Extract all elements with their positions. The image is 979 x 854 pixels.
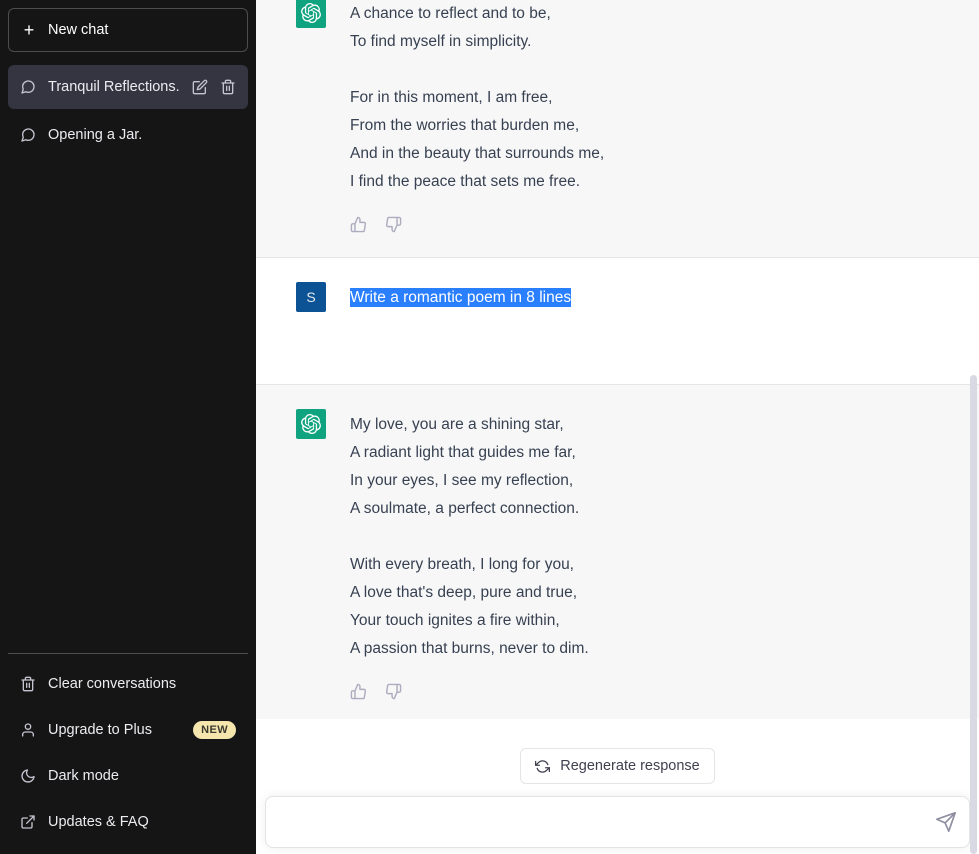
message-assistant-2: My love, you are a shining star, A radia… [256, 385, 979, 719]
openai-logo-icon [301, 3, 321, 23]
poem-line: My love, you are a shining star, [350, 416, 564, 433]
poem-line: A chance to reflect and to be, [350, 5, 551, 22]
prompt-input[interactable] [266, 797, 969, 847]
poem-line: With every breath, I long for you, [350, 556, 574, 573]
stanza-gap [350, 56, 604, 84]
conversation-list: Tranquil Reflections. Opening a Jar. [8, 65, 248, 157]
sidebar-item-tranquil-reflections[interactable]: Tranquil Reflections. [8, 65, 248, 109]
poem-line: And in the beauty that surrounds me, [350, 145, 605, 162]
avatar [296, 0, 326, 28]
message-inner: A chance to reflect and to be, To find m… [256, 0, 979, 233]
poem-line: To find myself in simplicity. [350, 33, 532, 50]
moon-icon [21, 769, 35, 783]
sidebar-item-label: Upgrade to Plus [48, 722, 152, 738]
message-content: My love, you are a shining star, A radia… [350, 409, 589, 700]
prompt-input-wrapper [265, 796, 970, 848]
sidebar-item-dark-mode[interactable]: Dark mode [8, 754, 248, 798]
send-button[interactable] [935, 811, 957, 833]
thumbs-up-icon[interactable] [350, 683, 367, 700]
message-inner: S Write a romantic poem in 8 lines [256, 282, 979, 360]
thumbs-up-icon[interactable] [350, 216, 367, 233]
poem-line: Your touch ignites a fire within, [350, 612, 560, 629]
message-thread: A chance to reflect and to be, To find m… [256, 0, 979, 719]
avatar: S [296, 282, 326, 312]
poem-line: A love that's deep, pure and true, [350, 584, 578, 601]
thumbs-down-icon[interactable] [385, 216, 402, 233]
plus-icon: + [23, 20, 35, 40]
sidebar: + New chat Tranquil Reflections. Opening… [0, 0, 256, 854]
sidebar-item-upgrade-to-plus[interactable]: Upgrade to Plus NEW [8, 708, 248, 752]
poem-line: For in this moment, I am free, [350, 89, 553, 106]
message-content: Write a romantic poem in 8 lines [350, 282, 572, 360]
sidebar-item-label: Updates & FAQ [48, 814, 149, 830]
message-inner: My love, you are a shining star, A radia… [256, 409, 979, 700]
sidebar-item-updates-and-faq[interactable]: Updates & FAQ [8, 800, 248, 844]
poem-line: I find the peace that sets me free. [350, 173, 581, 190]
poem-line: From the worries that burden me, [350, 117, 580, 134]
poem-line: A soulmate, a perfect connection. [350, 500, 580, 517]
refresh-icon [535, 759, 551, 773]
chat-bubble-icon [21, 128, 35, 142]
message-user: S Write a romantic poem in 8 lines [256, 258, 979, 385]
new-chat-button[interactable]: + New chat [8, 8, 248, 52]
conversation-title: Opening a Jar. [48, 127, 143, 143]
user-icon [22, 723, 34, 737]
user-prompt-text: Write a romantic poem in 8 lines [350, 284, 572, 312]
openai-logo-icon [301, 414, 321, 434]
message-content: A chance to reflect and to be, To find m… [350, 0, 604, 233]
avatar-initial: S [306, 289, 316, 305]
chat-bubble-icon [21, 80, 35, 94]
message-assistant-1: A chance to reflect and to be, To find m… [256, 0, 979, 258]
feedback-controls [350, 683, 589, 700]
external-link-icon [21, 815, 35, 829]
regenerate-response-label: Regenerate response [560, 758, 700, 774]
sidebar-item-clear-conversations[interactable]: Clear conversations [8, 662, 248, 706]
main-panel: A chance to reflect and to be, To find m… [256, 0, 979, 854]
poem-line: A passion that burns, never to dim. [350, 640, 589, 657]
new-badge: NEW [193, 721, 236, 739]
sidebar-item-label: Clear conversations [48, 676, 177, 692]
paper-plane-icon [936, 812, 956, 832]
sidebar-item-opening-a-jar[interactable]: Opening a Jar. [8, 113, 248, 157]
avatar [296, 409, 326, 439]
pencil-icon[interactable] [192, 79, 208, 95]
conversation-title: Tranquil Reflections. [48, 79, 180, 95]
chatgpt-app: + New chat Tranquil Reflections. Opening… [0, 0, 979, 854]
new-chat-label: New chat [48, 22, 109, 38]
regenerate-response-button[interactable]: Regenerate response [520, 748, 715, 784]
poem-line: In your eyes, I see my reflection, [350, 472, 574, 489]
sidebar-item-label: Dark mode [48, 768, 119, 784]
sidebar-bottom-section: Clear conversations Upgrade to Plus NEW … [8, 653, 248, 854]
selected-text: Write a romantic poem in 8 lines [350, 288, 572, 307]
conversation-actions [192, 79, 236, 95]
trash-icon[interactable] [220, 79, 236, 95]
composer: Regenerate response [256, 719, 979, 854]
poem-line: A radiant light that guides me far, [350, 444, 576, 461]
stanza-gap [350, 523, 589, 551]
feedback-controls [350, 216, 604, 233]
thumbs-down-icon[interactable] [385, 683, 402, 700]
trash-icon [21, 676, 35, 692]
